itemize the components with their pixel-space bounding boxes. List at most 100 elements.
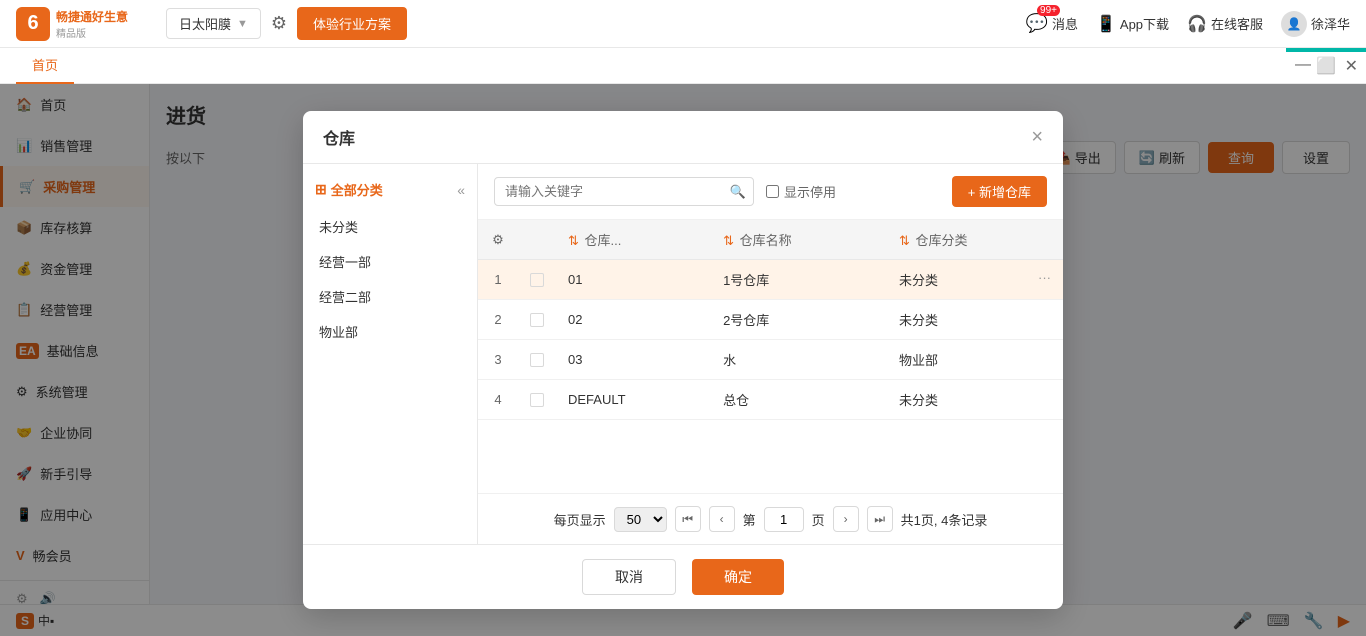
window-close-icon[interactable]: ✕ (1345, 56, 1358, 76)
td-checkbox[interactable] (518, 300, 556, 340)
td-category: 未分类 (887, 380, 1063, 420)
confirm-button[interactable]: 确定 (692, 559, 784, 595)
disabled-checkbox[interactable] (766, 185, 779, 198)
prev-page-btn[interactable]: ‹ (709, 506, 735, 532)
td-num: 1 (478, 260, 518, 300)
cancel-button[interactable]: 取消 (582, 559, 676, 595)
modal-header: 仓库 × (303, 111, 1063, 164)
main-layout: 🏠 首页 📊 销售管理 🛒 采购管理 📦 库存核算 💰 资金管理 📋 经营管理 … (0, 84, 1366, 636)
store-selector[interactable]: 日太阳膜 ▼ (166, 8, 261, 39)
headset-icon: 🎧 (1187, 14, 1207, 34)
next-page-btn[interactable]: › (833, 506, 859, 532)
app-icon: 📱 (1096, 14, 1116, 34)
td-code: 01 (556, 260, 711, 300)
cat-item-property[interactable]: 物业部 (303, 314, 477, 349)
search-input[interactable] (494, 177, 754, 206)
logo-area: 6 畅捷通好生意 精品版 (16, 7, 166, 41)
page-label-post: 页 (812, 510, 825, 529)
first-page-btn[interactable]: ⏮ (675, 506, 701, 532)
search-icon[interactable]: 🔍 (730, 184, 746, 200)
sort-icon3: ⇅ (899, 233, 910, 248)
td-name: 2号仓库 (711, 300, 887, 340)
window-minimize-icon[interactable]: — (1295, 56, 1311, 74)
header-center: 日太阳膜 ▼ ⚙ 体验行业方案 (166, 7, 1026, 40)
data-toolbar: 🔍 显示停用 + 新增仓库 (478, 164, 1063, 220)
td-category: 未分类 ··· (887, 260, 1063, 300)
category-title: ⊞ 全部分类 (315, 180, 383, 199)
messages-badge: 99+ (1037, 5, 1060, 16)
per-page-select[interactable]: 50 (614, 507, 667, 532)
per-page-label: 每页显示 (554, 510, 606, 529)
checkbox-custom[interactable] (530, 313, 544, 327)
user-item[interactable]: 👤 徐泽华 (1281, 11, 1350, 37)
modal-footer: 取消 确定 (303, 544, 1063, 609)
message-icon: 💬 (1026, 13, 1048, 34)
th-code[interactable]: ⇅ 仓库... (556, 220, 711, 260)
settings-icon[interactable]: ⚙ (271, 13, 287, 34)
td-name: 水 (711, 340, 887, 380)
page-input[interactable] (764, 507, 804, 532)
category-panel: ⊞ 全部分类 « 未分类 经营一部 经营二部 物业部 (303, 164, 478, 544)
chevron-down-icon: ▼ (237, 18, 248, 30)
page-label-pre: 第 (743, 510, 756, 529)
tab-home[interactable]: 首页 (16, 48, 74, 84)
modal-body: ⊞ 全部分类 « 未分类 经营一部 经营二部 物业部 (303, 164, 1063, 544)
messages-item[interactable]: 💬 99+ 消息 (1026, 13, 1078, 34)
td-name: 1号仓库 (711, 260, 887, 300)
app-download-item[interactable]: 📱 App下载 (1096, 14, 1169, 34)
cat-item-ops2[interactable]: 经营二部 (303, 279, 477, 314)
collapse-icon[interactable]: « (457, 182, 465, 198)
modal-overlay: 仓库 × ⊞ 全部分类 « 未分类 经营一部 经营 (0, 84, 1366, 636)
checkbox-custom[interactable] (530, 273, 544, 287)
td-checkbox[interactable] (518, 340, 556, 380)
cat-item-ops1[interactable]: 经营一部 (303, 244, 477, 279)
messages-label: 消息 (1052, 14, 1078, 33)
window-maximize-icon[interactable]: ⬜ (1316, 56, 1336, 76)
td-num: 3 (478, 340, 518, 380)
total-info: 共1页, 4条记录 (901, 510, 988, 529)
table-row[interactable]: 3 03 水 物业部 (478, 340, 1063, 380)
sort-icon: ⇅ (568, 233, 579, 248)
data-panel: 🔍 显示停用 + 新增仓库 ⚙ (478, 164, 1063, 544)
td-category: 未分类 (887, 300, 1063, 340)
cat-item-unclassified[interactable]: 未分类 (303, 209, 477, 244)
search-input-wrap: 🔍 (494, 177, 754, 206)
checkbox-custom[interactable] (530, 353, 544, 367)
nav-tabs-bar: 首页 — ⬜ ✕ (0, 48, 1366, 84)
td-category: 物业部 (887, 340, 1063, 380)
add-warehouse-button[interactable]: + 新增仓库 (952, 176, 1047, 207)
row-action-icon[interactable]: ··· (1038, 270, 1051, 285)
header-right: 💬 99+ 消息 📱 App下载 🎧 在线客服 👤 徐泽华 (1026, 11, 1350, 37)
teal-accent-bar (1286, 48, 1366, 52)
grid-icon: ⊞ (315, 181, 327, 198)
th-gear: ⚙ (478, 220, 518, 260)
sort-icon2: ⇅ (723, 233, 734, 248)
show-disabled-checkbox[interactable]: 显示停用 (766, 182, 836, 201)
table-row[interactable]: 2 02 2号仓库 未分类 (478, 300, 1063, 340)
logo-icon: 6 (16, 7, 50, 41)
last-page-btn[interactable]: ⏭ (867, 506, 893, 532)
td-code: 03 (556, 340, 711, 380)
warehouse-table: ⚙ ⇅ 仓库... ⇅ 仓库名称 (478, 220, 1063, 493)
th-name[interactable]: ⇅ 仓库名称 (711, 220, 887, 260)
th-category[interactable]: ⇅ 仓库分类 (887, 220, 1063, 260)
td-checkbox[interactable] (518, 380, 556, 420)
modal-close-button[interactable]: × (1031, 127, 1043, 147)
table-row[interactable]: 4 DEFAULT 总仓 未分类 (478, 380, 1063, 420)
td-name: 总仓 (711, 380, 887, 420)
user-avatar: 👤 (1281, 11, 1307, 37)
checkbox-custom[interactable] (530, 393, 544, 407)
warehouse-modal: 仓库 × ⊞ 全部分类 « 未分类 经营一部 经营 (303, 111, 1063, 609)
pagination: 每页显示 50 ⏮ ‹ 第 页 › ⏭ 共1页, 4条记录 (478, 493, 1063, 544)
modal-title: 仓库 (323, 125, 355, 149)
top-header: 6 畅捷通好生意 精品版 日太阳膜 ▼ ⚙ 体验行业方案 💬 99+ 消息 📱 … (0, 0, 1366, 48)
trial-button[interactable]: 体验行业方案 (297, 7, 407, 40)
td-num: 4 (478, 380, 518, 420)
logo-text: 畅捷通好生意 精品版 (56, 8, 128, 40)
td-checkbox[interactable] (518, 260, 556, 300)
th-checkbox (518, 220, 556, 260)
td-num: 2 (478, 300, 518, 340)
table-row[interactable]: 1 01 1号仓库 未分类 ··· (478, 260, 1063, 300)
online-service-item[interactable]: 🎧 在线客服 (1187, 14, 1263, 34)
td-code: 02 (556, 300, 711, 340)
